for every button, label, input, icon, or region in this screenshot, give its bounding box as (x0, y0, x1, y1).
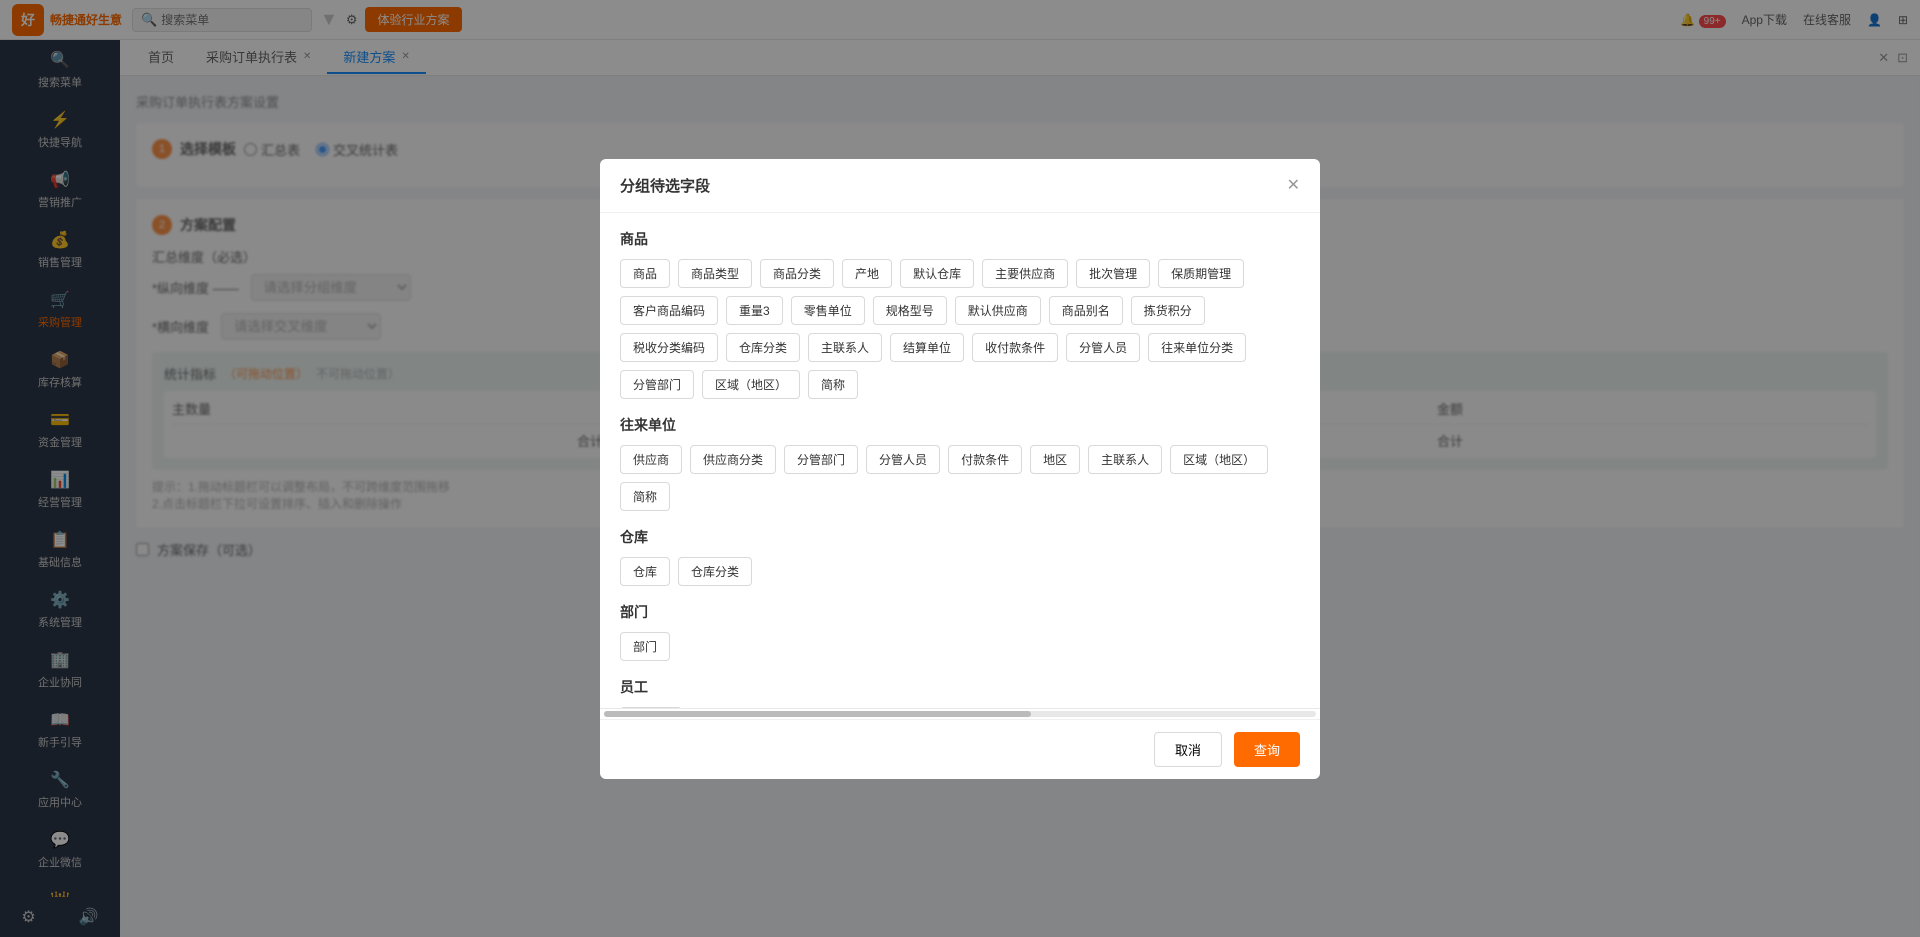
field-tag[interactable]: 区域（地区） (702, 370, 800, 399)
field-tag[interactable]: 简称 (808, 370, 858, 399)
group-title-warehouse: 仓库 (620, 527, 1300, 547)
modal-title: 分组待选字段 (620, 175, 710, 196)
field-tag[interactable]: 商品别名 (1049, 296, 1123, 325)
field-tag[interactable]: 商品 (620, 259, 670, 288)
field-tag[interactable]: 仓库 (620, 557, 670, 586)
field-tag[interactable]: 保质期管理 (1158, 259, 1244, 288)
field-select-modal: 分组待选字段 ✕ 商品 商品 商品类型 商品分类 产地 默认仓库 主要供应商 批… (600, 159, 1320, 779)
modal-body[interactable]: 商品 商品 商品类型 商品分类 产地 默认仓库 主要供应商 批次管理 保质期管理… (600, 213, 1320, 708)
partner-fields: 供应商 供应商分类 分管部门 分管人员 付款条件 地区 主联系人 区域（地区） … (620, 445, 1300, 511)
field-tag[interactable]: 收付款条件 (972, 333, 1058, 362)
field-tag[interactable]: 分管部门 (784, 445, 858, 474)
group-title-product: 商品 (620, 229, 1300, 249)
confirm-button[interactable]: 查询 (1234, 732, 1300, 767)
field-tag[interactable]: 批次管理 (1076, 259, 1150, 288)
modal-footer: 取消 查询 (600, 719, 1320, 779)
field-tag[interactable]: 部门 (620, 632, 670, 661)
product-fields: 商品 商品类型 商品分类 产地 默认仓库 主要供应商 批次管理 保质期管理 客户… (620, 259, 1300, 399)
field-tag[interactable]: 结算单位 (890, 333, 964, 362)
field-tag[interactable]: 简称 (620, 482, 670, 511)
modal-close-button[interactable]: ✕ (1287, 175, 1300, 195)
modal-overlay: 分组待选字段 ✕ 商品 商品 商品类型 商品分类 产地 默认仓库 主要供应商 批… (0, 0, 1920, 937)
field-tag[interactable]: 付款条件 (948, 445, 1022, 474)
field-tag[interactable]: 产地 (842, 259, 892, 288)
field-group-warehouse: 仓库 仓库 仓库分类 (620, 527, 1300, 586)
field-tag[interactable]: 默认仓库 (900, 259, 974, 288)
field-tag[interactable]: 客户商品编码 (620, 296, 718, 325)
field-tag[interactable]: 供应商分类 (690, 445, 776, 474)
modal-header: 分组待选字段 ✕ (600, 159, 1320, 213)
field-tag[interactable]: 商品类型 (678, 259, 752, 288)
field-tag[interactable]: 分管部门 (620, 370, 694, 399)
warehouse-fields: 仓库 仓库分类 (620, 557, 1300, 586)
field-tag[interactable]: 仓库分类 (678, 557, 752, 586)
hscroll-track (604, 711, 1316, 717)
group-title-partner: 往来单位 (620, 415, 1300, 435)
group-title-dept: 部门 (620, 602, 1300, 622)
cancel-button[interactable]: 取消 (1154, 732, 1222, 767)
field-tag[interactable]: 区域（地区） (1170, 445, 1268, 474)
field-tag[interactable]: 供应商 (620, 445, 682, 474)
hscroll-thumb[interactable] (604, 711, 1031, 717)
field-group-employee: 员工 业务员 (620, 677, 1300, 708)
field-tag[interactable]: 往来单位分类 (1148, 333, 1246, 362)
field-tag[interactable]: 商品分类 (760, 259, 834, 288)
field-tag[interactable]: 税收分类编码 (620, 333, 718, 362)
field-tag[interactable]: 拣货积分 (1131, 296, 1205, 325)
field-group-dept: 部门 部门 (620, 602, 1300, 661)
group-title-employee: 员工 (620, 677, 1300, 697)
field-tag[interactable]: 仓库分类 (726, 333, 800, 362)
field-tag[interactable]: 规格型号 (873, 296, 947, 325)
field-tag[interactable]: 主联系人 (808, 333, 882, 362)
field-tag[interactable]: 分管人员 (866, 445, 940, 474)
field-tag[interactable]: 主要供应商 (982, 259, 1068, 288)
field-tag[interactable]: 重量3 (726, 296, 783, 325)
field-tag[interactable]: 零售单位 (791, 296, 865, 325)
field-tag[interactable]: 分管人员 (1066, 333, 1140, 362)
field-tag[interactable]: 默认供应商 (955, 296, 1041, 325)
modal-hscrollbar[interactable] (600, 708, 1320, 719)
field-group-partner: 往来单位 供应商 供应商分类 分管部门 分管人员 付款条件 地区 主联系人 区域… (620, 415, 1300, 511)
field-tag[interactable]: 地区 (1030, 445, 1080, 474)
field-group-product: 商品 商品 商品类型 商品分类 产地 默认仓库 主要供应商 批次管理 保质期管理… (620, 229, 1300, 399)
field-tag[interactable]: 主联系人 (1088, 445, 1162, 474)
dept-fields: 部门 (620, 632, 1300, 661)
